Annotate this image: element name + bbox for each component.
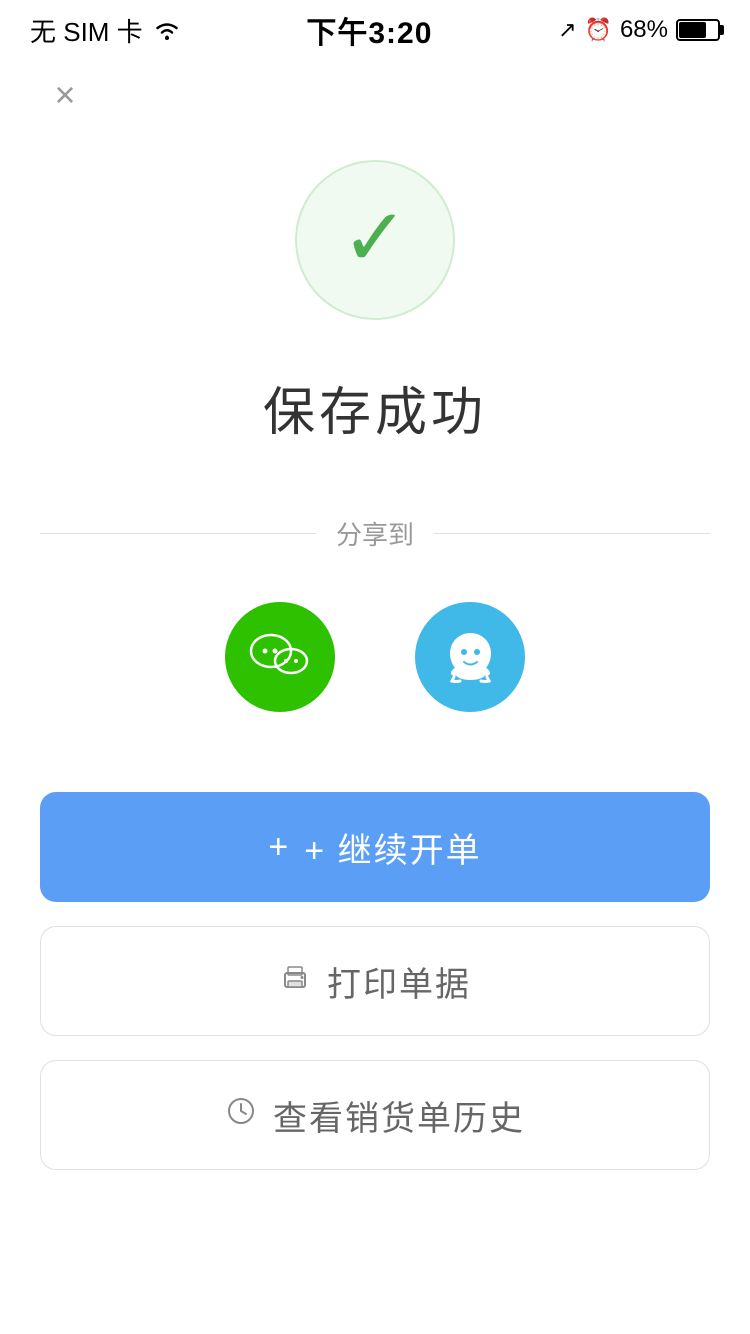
continue-order-label: + 继续开单	[304, 823, 481, 872]
wifi-icon	[153, 19, 181, 41]
status-right: ↗ ⏰ 68%	[558, 16, 720, 44]
wechat-icon	[248, 625, 313, 690]
battery-icon	[676, 19, 720, 41]
print-label: 打印单据	[327, 957, 471, 1006]
print-button[interactable]: 打印单据	[40, 926, 710, 1036]
printer-icon	[279, 961, 311, 1001]
qq-share-button[interactable]	[415, 602, 525, 712]
wechat-share-button[interactable]	[225, 602, 335, 712]
alarm-icon: ⏰	[585, 17, 612, 43]
share-icons	[40, 602, 710, 712]
success-circle: ✓	[295, 160, 455, 320]
status-carrier: 无 SIM 卡	[30, 12, 181, 49]
nav-icon: ↗	[558, 17, 576, 43]
status-bar: 无 SIM 卡 下午3:20 ↗ ⏰ 68%	[0, 0, 750, 60]
plus-icon: +	[268, 828, 288, 867]
battery-text: 68%	[620, 16, 668, 44]
clock-icon	[225, 1095, 257, 1136]
close-icon: ×	[54, 77, 75, 113]
continue-order-button[interactable]: + + 继续开单	[40, 792, 710, 902]
carrier-text: 无 SIM 卡	[30, 12, 143, 49]
checkmark-icon: ✓	[341, 198, 408, 278]
history-button[interactable]: 查看销货单历史	[40, 1060, 710, 1170]
main-content: ✓ 保存成功 分享到	[0, 60, 750, 1170]
share-label: 分享到	[336, 515, 414, 552]
action-buttons: + + 继续开单 打印单据 查看销货单历史	[0, 792, 750, 1170]
close-button[interactable]: ×	[40, 70, 90, 120]
status-time: 下午3:20	[306, 8, 432, 52]
history-label: 查看销货单历史	[273, 1091, 525, 1140]
qq-icon	[438, 625, 503, 690]
success-title: 保存成功	[263, 370, 487, 445]
share-section: 分享到	[0, 515, 750, 712]
share-divider: 分享到	[40, 515, 710, 552]
